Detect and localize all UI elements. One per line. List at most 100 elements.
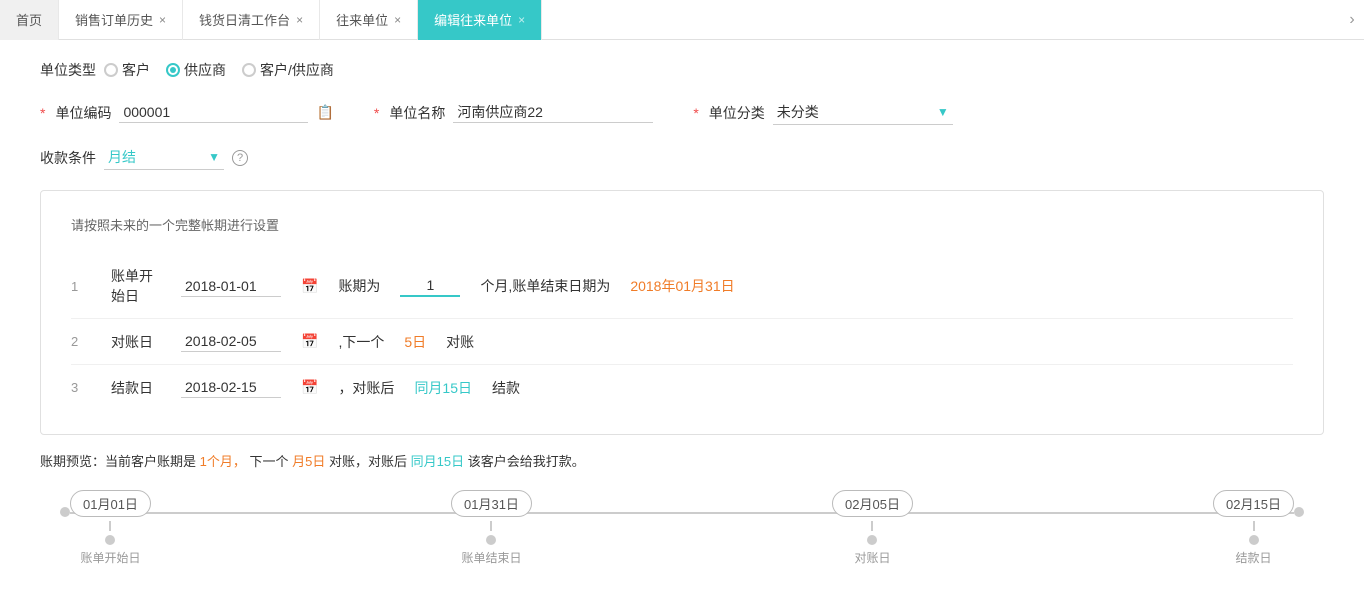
radio-both-circle bbox=[242, 63, 256, 77]
row-3-date-input[interactable] bbox=[181, 377, 281, 398]
preview-pay-label: 该客户会给我打款。 bbox=[468, 454, 585, 469]
timeline-dot-1 bbox=[105, 535, 115, 545]
tab-sales-history-label: 销售订单历史 bbox=[75, 10, 153, 29]
unit-name-input[interactable] bbox=[453, 102, 653, 123]
row-1-period-label: 账期为 bbox=[338, 276, 380, 296]
unit-category-label: 单位分类 bbox=[709, 103, 765, 123]
tab-sales-history-close[interactable]: × bbox=[159, 13, 166, 27]
unit-type-row: 单位类型 客户 供应商 客户/供应商 bbox=[40, 60, 1324, 80]
preview-reconcile-day: 月5日 bbox=[292, 454, 325, 469]
unit-code-field: * 单位编码 📋 bbox=[40, 102, 334, 123]
unit-category-required: * bbox=[693, 105, 698, 121]
row-3-suffix-prefix: ，对账后 bbox=[338, 378, 394, 398]
tab-partner-label: 往来单位 bbox=[336, 10, 388, 29]
row-1-num: 1 bbox=[71, 279, 91, 294]
payment-terms-arrow-icon: ▼ bbox=[208, 150, 220, 164]
preview-period-suffix: 下一个 bbox=[250, 454, 289, 469]
tab-sales-history[interactable]: 销售订单历史 × bbox=[59, 0, 183, 40]
timeline-bubble-4: 02月15日 bbox=[1213, 490, 1294, 517]
radio-customer-circle bbox=[104, 63, 118, 77]
tab-edit-partner-label: 编辑往来单位 bbox=[434, 10, 512, 29]
unit-category-dropdown[interactable]: 未分类 ▼ bbox=[773, 100, 953, 125]
tab-partner[interactable]: 往来单位 × bbox=[320, 0, 418, 40]
settings-title: 请按照未来的一个完整帐期进行设置 bbox=[71, 215, 1293, 234]
preview-section: 账期预览：当前客户账期是 1个月， 下一个 月5日 对账，对账后 同月15日 该… bbox=[40, 435, 1324, 582]
unit-category-arrow-icon: ▼ bbox=[937, 105, 949, 119]
preview-text: 账期预览：当前客户账期是 1个月， 下一个 月5日 对账，对账后 同月15日 该… bbox=[40, 451, 1324, 470]
main-content: 单位类型 客户 供应商 客户/供应商 * 单位编码 bbox=[0, 40, 1364, 608]
timeline-wrapper: 01月01日 账单开始日 01月31日 账单结束日 02月05日 bbox=[50, 490, 1314, 566]
timeline-label-1: 账单开始日 bbox=[80, 549, 140, 566]
unit-code-calendar-icon[interactable]: 📋 bbox=[316, 104, 333, 121]
tab-edit-partner-close[interactable]: × bbox=[518, 13, 525, 27]
timeline-connector-2 bbox=[490, 521, 492, 531]
preview-period: 1个月， bbox=[200, 454, 246, 469]
tabs-bar: 首页 销售订单历史 × 钱货日清工作台 × 往来单位 × 编辑往来单位 × › bbox=[0, 0, 1364, 40]
row-2-suffix-prefix: ,下一个 bbox=[338, 332, 384, 352]
radio-both[interactable]: 客户/供应商 bbox=[242, 60, 334, 80]
radio-supplier-label: 供应商 bbox=[184, 60, 226, 80]
timeline-connector-3 bbox=[871, 521, 873, 531]
preview-prefix: 账期预览：当前客户账期是 bbox=[40, 454, 196, 469]
row-2-calendar-icon[interactable]: 📅 bbox=[301, 333, 318, 350]
timeline-label-4: 结款日 bbox=[1236, 549, 1272, 566]
row-3-suffix-day: 同月15日 bbox=[414, 378, 472, 398]
tab-home-label: 首页 bbox=[16, 10, 42, 29]
tab-edit-partner[interactable]: 编辑往来单位 × bbox=[418, 0, 542, 40]
unit-code-label: 单位编码 bbox=[55, 103, 111, 123]
timeline-point-3: 02月05日 对账日 bbox=[832, 490, 913, 566]
unit-name-field: * 单位名称 bbox=[374, 102, 653, 123]
payment-terms-value: 月结 bbox=[108, 147, 208, 167]
row-3-calendar-icon[interactable]: 📅 bbox=[301, 379, 318, 396]
timeline-dot-2 bbox=[486, 535, 496, 545]
tabs-arrow[interactable]: › bbox=[1340, 11, 1364, 29]
payment-terms-row: 收款条件 月结 ▼ ? bbox=[40, 145, 1324, 170]
row-3-suffix-rest: 结款 bbox=[492, 378, 520, 398]
timeline-connector-1 bbox=[109, 521, 111, 531]
unit-code-required: * bbox=[40, 105, 45, 121]
tab-home[interactable]: 首页 bbox=[0, 0, 59, 40]
tab-partner-close[interactable]: × bbox=[394, 13, 401, 27]
payment-terms-help-icon[interactable]: ? bbox=[232, 150, 248, 166]
row-1-calendar-icon[interactable]: 📅 bbox=[301, 278, 318, 295]
timeline-connector-4 bbox=[1253, 521, 1255, 531]
timeline-point-4: 02月15日 结款日 bbox=[1213, 490, 1294, 566]
radio-customer[interactable]: 客户 bbox=[104, 60, 150, 80]
row-3-type: 结款日 bbox=[111, 378, 161, 398]
row-2-suffix-rest: 对账 bbox=[446, 332, 474, 352]
unit-code-input[interactable] bbox=[119, 102, 308, 123]
timeline-bubble-1: 01月01日 bbox=[70, 490, 151, 517]
timeline-dot-3 bbox=[867, 535, 877, 545]
row-1-period-input[interactable] bbox=[400, 275, 460, 297]
row-1-period-unit: 个月,账单结束日期为 bbox=[480, 276, 610, 296]
payment-terms-dropdown[interactable]: 月结 ▼ bbox=[104, 145, 224, 170]
settings-row-1: 1 账单开始日 📅 账期为 个月,账单结束日期为 2018年01月31日 bbox=[71, 254, 1293, 319]
unit-info-row: * 单位编码 📋 * 单位名称 * 单位分类 未分类 ▼ bbox=[40, 100, 1324, 125]
radio-supplier[interactable]: 供应商 bbox=[166, 60, 226, 80]
radio-both-label: 客户/供应商 bbox=[260, 60, 334, 80]
timeline-point-2: 01月31日 账单结束日 bbox=[451, 490, 532, 566]
payment-terms-label: 收款条件 bbox=[40, 148, 96, 168]
unit-category-value: 未分类 bbox=[777, 102, 937, 122]
row-1-type: 账单开始日 bbox=[111, 266, 161, 306]
unit-type-field: 单位类型 客户 供应商 客户/供应商 bbox=[40, 60, 334, 80]
timeline-bubble-2: 01月31日 bbox=[451, 490, 532, 517]
row-1-period-end-date: 2018年01月31日 bbox=[630, 276, 734, 296]
row-2-type: 对账日 bbox=[111, 332, 161, 352]
tab-cash-work-close[interactable]: × bbox=[296, 13, 303, 27]
settings-row-2: 2 对账日 📅 ,下一个 5日 对账 bbox=[71, 319, 1293, 365]
unit-type-label: 单位类型 bbox=[40, 60, 96, 80]
settings-box: 请按照未来的一个完整帐期进行设置 1 账单开始日 📅 账期为 个月,账单结束日期… bbox=[40, 190, 1324, 435]
timeline-label-3: 对账日 bbox=[854, 549, 890, 566]
row-1-date-input[interactable] bbox=[181, 276, 281, 297]
tab-cash-work-label: 钱货日清工作台 bbox=[199, 10, 290, 29]
timeline-dot-4 bbox=[1249, 535, 1259, 545]
unit-name-label: 单位名称 bbox=[389, 103, 445, 123]
row-2-date-input[interactable] bbox=[181, 331, 281, 352]
timeline-bubble-3: 02月05日 bbox=[832, 490, 913, 517]
tab-cash-work[interactable]: 钱货日清工作台 × bbox=[183, 0, 320, 40]
unit-type-radio-group: 客户 供应商 客户/供应商 bbox=[104, 60, 334, 80]
unit-name-required: * bbox=[374, 105, 379, 121]
radio-customer-label: 客户 bbox=[122, 60, 150, 80]
timeline-point-1: 01月01日 账单开始日 bbox=[70, 490, 151, 566]
